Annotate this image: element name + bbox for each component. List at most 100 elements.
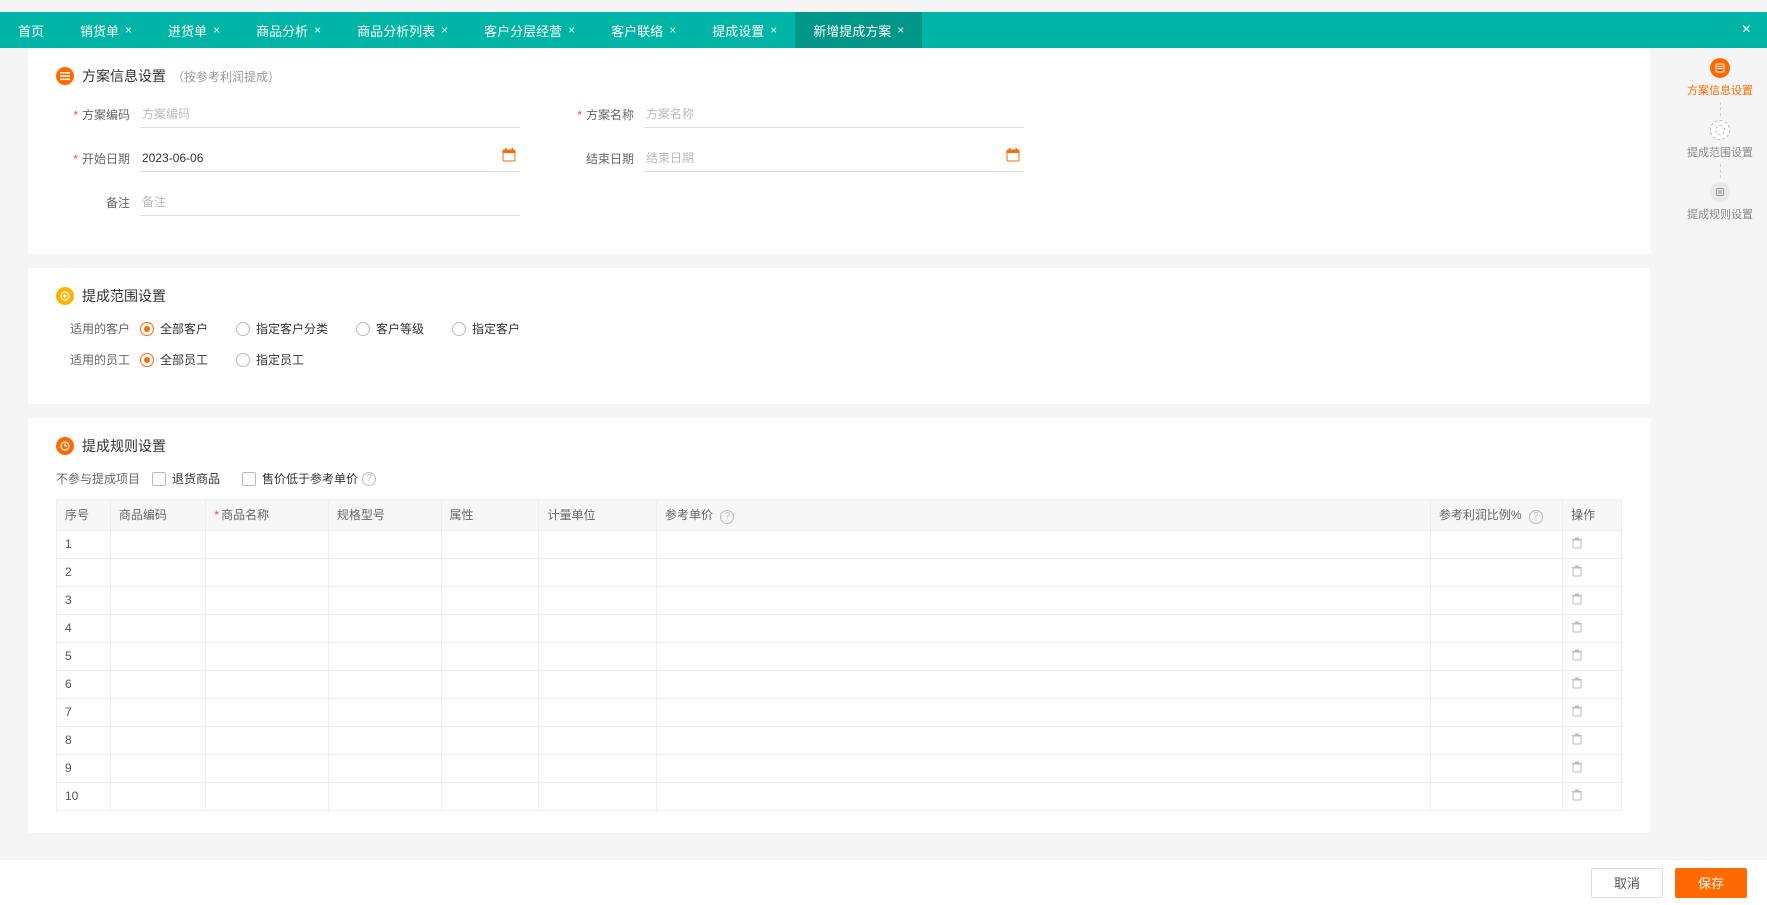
tab-客户联络[interactable]: 客户联络×: [593, 12, 694, 48]
tab-销货单[interactable]: 销货单×: [62, 12, 150, 48]
cell-unit[interactable]: [539, 782, 657, 810]
cell-refprice[interactable]: [657, 670, 1431, 698]
delete-icon[interactable]: [1571, 706, 1583, 720]
table-row[interactable]: 3: [57, 586, 1622, 614]
step-2[interactable]: 提成规则设置: [1687, 182, 1753, 222]
cell-code[interactable]: [110, 642, 206, 670]
radio-customer-0[interactable]: 全部客户: [140, 320, 208, 337]
input-start-date[interactable]: [140, 144, 520, 172]
checkbox-exclude-0[interactable]: 退货商品: [152, 470, 220, 487]
calendar-icon[interactable]: [1006, 148, 1020, 165]
cell-attr[interactable]: [441, 642, 539, 670]
cell-refprice[interactable]: [657, 558, 1431, 586]
close-icon[interactable]: ×: [213, 23, 220, 37]
cell-refprice[interactable]: [657, 586, 1431, 614]
cell-refprice[interactable]: [657, 726, 1431, 754]
cell-unit[interactable]: [539, 754, 657, 782]
radio-employee-0[interactable]: 全部员工: [140, 351, 208, 368]
cell-unit[interactable]: [539, 726, 657, 754]
radio-customer-3[interactable]: 指定客户: [452, 320, 520, 337]
cell-attr[interactable]: [441, 586, 539, 614]
table-row[interactable]: 4: [57, 614, 1622, 642]
delete-icon[interactable]: [1571, 678, 1583, 692]
close-icon[interactable]: ×: [568, 23, 575, 37]
cell-code[interactable]: [110, 726, 206, 754]
info-icon[interactable]: ?: [720, 510, 734, 524]
cell-name[interactable]: [206, 782, 328, 810]
cell-code[interactable]: [110, 586, 206, 614]
cell-ratio[interactable]: [1430, 586, 1562, 614]
cell-attr[interactable]: [441, 530, 539, 558]
cell-code[interactable]: [110, 782, 206, 810]
cell-unit[interactable]: [539, 586, 657, 614]
cell-ratio[interactable]: [1430, 642, 1562, 670]
cell-code[interactable]: [110, 698, 206, 726]
cell-name[interactable]: [206, 726, 328, 754]
cell-name[interactable]: [206, 670, 328, 698]
cell-attr[interactable]: [441, 698, 539, 726]
input-plan-code[interactable]: [140, 100, 520, 128]
cell-attr[interactable]: [441, 558, 539, 586]
input-end-date[interactable]: [644, 144, 1024, 172]
cell-spec[interactable]: [328, 726, 441, 754]
cell-ratio[interactable]: [1430, 614, 1562, 642]
delete-icon[interactable]: [1571, 594, 1583, 608]
cell-name[interactable]: [206, 698, 328, 726]
input-plan-name[interactable]: [644, 100, 1024, 128]
tab-首页[interactable]: 首页: [0, 12, 62, 48]
delete-icon[interactable]: [1571, 790, 1583, 804]
close-icon[interactable]: ×: [125, 23, 132, 37]
table-row[interactable]: 1: [57, 530, 1622, 558]
tab-提成设置[interactable]: 提成设置×: [694, 12, 795, 48]
table-row[interactable]: 6: [57, 670, 1622, 698]
table-row[interactable]: 2: [57, 558, 1622, 586]
cell-ratio[interactable]: [1430, 530, 1562, 558]
tab-商品分析[interactable]: 商品分析×: [238, 12, 339, 48]
cell-unit[interactable]: [539, 614, 657, 642]
tab-商品分析列表[interactable]: 商品分析列表×: [339, 12, 466, 48]
cell-attr[interactable]: [441, 754, 539, 782]
radio-employee-1[interactable]: 指定员工: [236, 351, 304, 368]
cell-refprice[interactable]: [657, 614, 1431, 642]
cell-code[interactable]: [110, 670, 206, 698]
save-button[interactable]: 保存: [1675, 868, 1747, 898]
cell-attr[interactable]: [441, 670, 539, 698]
cell-ratio[interactable]: [1430, 754, 1562, 782]
table-row[interactable]: 10: [57, 782, 1622, 810]
cell-spec[interactable]: [328, 614, 441, 642]
cell-refprice[interactable]: [657, 642, 1431, 670]
cell-attr[interactable]: [441, 614, 539, 642]
cell-name[interactable]: [206, 558, 328, 586]
cell-ratio[interactable]: [1430, 782, 1562, 810]
cell-spec[interactable]: [328, 670, 441, 698]
checkbox-exclude-1[interactable]: 售价低于参考单价?: [242, 470, 376, 487]
close-all-tabs[interactable]: ×: [1734, 12, 1759, 48]
cell-refprice[interactable]: [657, 698, 1431, 726]
delete-icon[interactable]: [1571, 762, 1583, 776]
close-icon[interactable]: ×: [669, 23, 676, 37]
table-row[interactable]: 7: [57, 698, 1622, 726]
calendar-icon[interactable]: [502, 148, 516, 165]
radio-customer-2[interactable]: 客户等级: [356, 320, 424, 337]
cell-spec[interactable]: [328, 642, 441, 670]
tab-新增提成方案[interactable]: 新增提成方案×: [795, 12, 922, 48]
cell-name[interactable]: [206, 642, 328, 670]
main-scroll[interactable]: 方案信息设置 （按参考利润提成） *方案编码 *方案名称 *开始日期: [28, 48, 1658, 857]
cell-ratio[interactable]: [1430, 558, 1562, 586]
cell-unit[interactable]: [539, 698, 657, 726]
table-row[interactable]: 5: [57, 642, 1622, 670]
info-icon[interactable]: ?: [1529, 510, 1543, 524]
cancel-button[interactable]: 取消: [1591, 868, 1663, 898]
delete-icon[interactable]: [1571, 734, 1583, 748]
delete-icon[interactable]: [1571, 566, 1583, 580]
cell-spec[interactable]: [328, 754, 441, 782]
tab-进货单[interactable]: 进货单×: [150, 12, 238, 48]
cell-attr[interactable]: [441, 782, 539, 810]
cell-code[interactable]: [110, 530, 206, 558]
cell-refprice[interactable]: [657, 754, 1431, 782]
cell-attr[interactable]: [441, 726, 539, 754]
table-row[interactable]: 9: [57, 754, 1622, 782]
close-icon[interactable]: ×: [770, 23, 777, 37]
close-icon[interactable]: ×: [897, 23, 904, 37]
delete-icon[interactable]: [1571, 650, 1583, 664]
